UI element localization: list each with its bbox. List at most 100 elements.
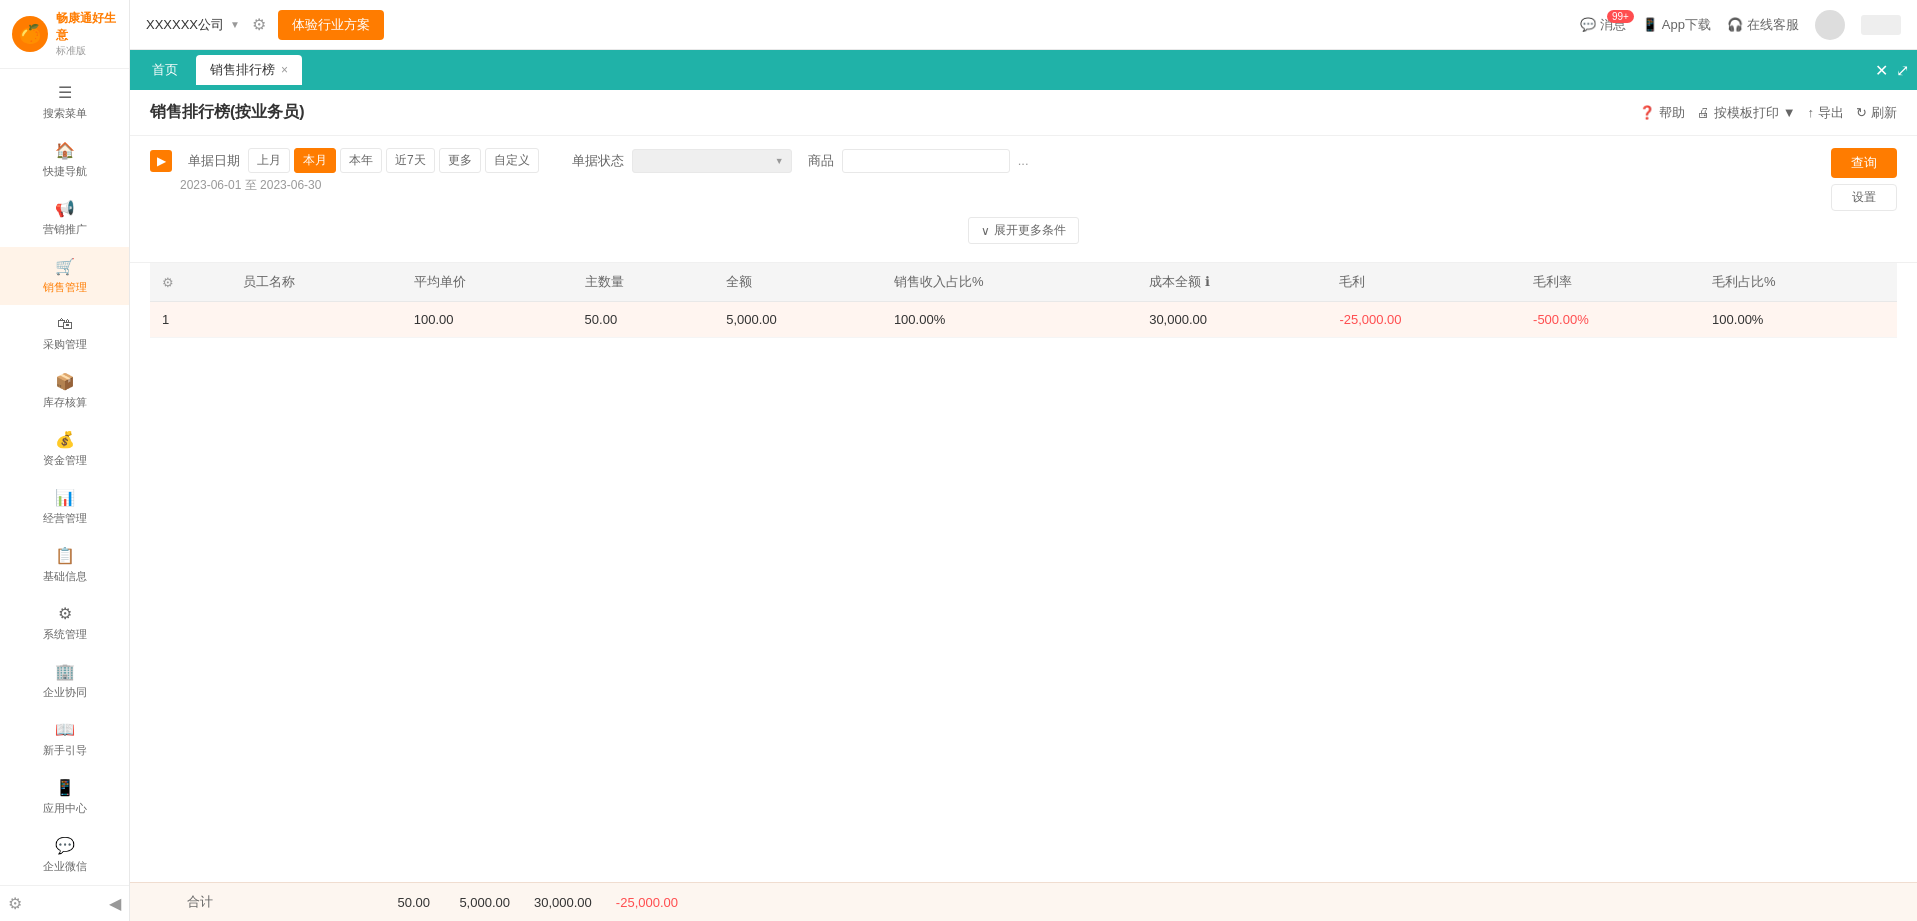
sidebar-item-marketing[interactable]: 📢 营销推广: [0, 189, 129, 247]
footer-values: 50.00 5,000.00 30,000.00 -25,000.00: [362, 895, 1885, 910]
logo-icon: 🍊: [12, 16, 48, 52]
col-cost-header: 成本全额 ℹ: [1137, 263, 1327, 302]
marketing-icon: 📢: [55, 199, 75, 218]
cell-profit-rate: -500.00%: [1521, 302, 1700, 338]
page-title: 销售排行榜(按业务员): [150, 102, 305, 123]
col-avg-price-header: 平均单价: [402, 263, 573, 302]
col-sales-pct-header: 销售收入占比%: [882, 263, 1137, 302]
trial-button[interactable]: 体验行业方案: [278, 10, 384, 40]
goods-input[interactable]: [842, 149, 1010, 173]
filter-expand-arrow[interactable]: ▶: [150, 150, 172, 172]
goods-label: 商品: [808, 152, 834, 170]
sidebar-item-purchase[interactable]: 🛍采购管理: [0, 305, 129, 362]
sidebar-settings-icon[interactable]: ⚙: [8, 894, 22, 913]
date-range-display: 2023-06-01 至 2023-06-30: [150, 177, 1029, 194]
col-profit-header: 毛利: [1327, 263, 1521, 302]
table-area: ⚙ 员工名称 平均单价 主数量 全额 销售收入占比% 成本全额 ℹ 毛利 毛利率…: [130, 263, 1917, 882]
expand-more-button[interactable]: ∨ 展开更多条件: [968, 217, 1079, 244]
user-avatar[interactable]: [1815, 10, 1845, 40]
topbar-settings-icon[interactable]: ⚙: [252, 15, 266, 34]
sidebar-item-appstore[interactable]: 📱应用中心: [0, 768, 129, 826]
col-settings-header: ⚙: [150, 263, 231, 302]
status-label: 单据状态: [572, 152, 624, 170]
sidebar-item-inventory[interactable]: 📦库存核算: [0, 362, 129, 420]
sidebar-item-quick-nav[interactable]: 🏠快捷导航: [0, 131, 129, 189]
col-settings-icon[interactable]: ⚙: [162, 275, 174, 290]
sidebar-label-basics: 基础信息: [43, 569, 87, 584]
sidebar-label-search: 搜索菜单: [43, 106, 87, 121]
filter-area: ▶ 单据日期 上月本月本年近7天更多自定义 单据状态: [130, 136, 1917, 263]
sidebar-label-operations: 经营管理: [43, 511, 87, 526]
cell-name: [231, 302, 402, 338]
status-select[interactable]: [632, 149, 792, 173]
footer-quantity: 50.00: [362, 895, 442, 910]
appstore-icon: 📱: [55, 778, 75, 797]
logo-subtitle: 标准版: [56, 44, 117, 58]
footer-profit: -25,000.00: [604, 895, 690, 910]
tab-close-icon[interactable]: ×: [281, 63, 288, 77]
page-header: 销售排行榜(按业务员) ❓ 帮助 🖨 按模板打印 ▼ ↑ 导出: [130, 90, 1917, 136]
headset-icon: 🎧: [1727, 17, 1743, 32]
window-close-icon[interactable]: ✕: [1875, 61, 1888, 80]
sidebar-nav: ☰搜索菜单🏠快捷导航 📢 营销推广 🛒销售管理🛍采购管理📦库存核算💰资金管理 📊 经营管理…: [0, 69, 129, 885]
tab-sales-ranking[interactable]: 销售排行榜 ×: [196, 55, 302, 85]
table-row: 1 100.00 50.00 5,000.00 100.00% 30,000.0…: [150, 302, 1897, 338]
operations-icon: 📊: [55, 488, 75, 507]
cell-sales-pct: 100.00%: [882, 302, 1137, 338]
sidebar-item-operations[interactable]: 📊 经营管理: [0, 478, 129, 536]
sidebar-item-sales[interactable]: 🛒销售管理: [0, 247, 129, 305]
goods-more-icon[interactable]: ...: [1018, 153, 1029, 168]
export-button[interactable]: ↑ 导出: [1808, 104, 1845, 122]
sidebar-collapse-icon[interactable]: ◀: [109, 894, 121, 913]
company-arrow-icon: ▼: [230, 19, 240, 30]
sidebar-item-search[interactable]: ☰搜索菜单: [0, 73, 129, 131]
message-icon: 💬: [1580, 17, 1596, 32]
cell-amount: 5,000.00: [714, 302, 882, 338]
sidebar-item-finance[interactable]: 💰资金管理: [0, 420, 129, 478]
help-button[interactable]: ❓ 帮助: [1639, 104, 1685, 122]
refresh-button[interactable]: ↻ 刷新: [1856, 104, 1897, 122]
date-btn-自定义[interactable]: 自定义: [485, 148, 539, 173]
sidebar-item-wechat[interactable]: 💬企业微信: [0, 826, 129, 884]
date-btn-上月[interactable]: 上月: [248, 148, 290, 173]
window-maximize-icon[interactable]: ⤢: [1896, 61, 1909, 80]
sidebar-item-system[interactable]: ⚙系统管理: [0, 594, 129, 652]
sidebar-label-wechat: 企业微信: [43, 859, 87, 874]
query-button[interactable]: 查询: [1831, 148, 1897, 178]
page-actions: ❓ 帮助 🖨 按模板打印 ▼ ↑ 导出 ↻ 刷新: [1639, 104, 1897, 122]
date-buttons: 上月本月本年近7天更多自定义: [248, 148, 539, 173]
sidebar-label-purchase: 采购管理: [43, 337, 87, 352]
sidebar-label-quick-nav: 快捷导航: [43, 164, 87, 179]
date-btn-更多[interactable]: 更多: [439, 148, 481, 173]
cell-rank: 1: [150, 302, 231, 338]
filter-right-actions: 查询 设置: [1831, 148, 1897, 211]
date-btn-本年[interactable]: 本年: [340, 148, 382, 173]
filter-settings-button[interactable]: 设置: [1831, 184, 1897, 211]
sidebar-item-basics[interactable]: 📋基础信息: [0, 536, 129, 594]
online-service-button[interactable]: 🎧 在线客服: [1727, 16, 1799, 34]
date-btn-本月[interactable]: 本月: [294, 148, 336, 173]
sidebar-label-marketing: 营销推广: [43, 222, 87, 237]
filter-expand-row: ∨ 展开更多条件: [150, 211, 1897, 250]
sidebar-item-guide[interactable]: 📖新手引导: [0, 710, 129, 768]
cell-profit-pct: 100.00%: [1700, 302, 1897, 338]
app-download-button[interactable]: 📱 App下载: [1642, 16, 1711, 34]
topbar-right: 💬 消息 99+ 📱 App下载 🎧 在线客服: [1580, 10, 1901, 40]
col-quantity-header: 主数量: [573, 263, 715, 302]
footer-label: 合计: [162, 893, 362, 911]
template-print-button[interactable]: 🖨 按模板打印 ▼: [1697, 104, 1796, 122]
company-name: XXXXXX公司: [146, 16, 224, 34]
filter-goods: 商品 ...: [808, 149, 1029, 173]
enterprise-icon: 🏢: [55, 662, 75, 681]
sidebar-label-enterprise: 企业协同: [43, 685, 87, 700]
date-btn-近7天[interactable]: 近7天: [386, 148, 435, 173]
print-icon: 🖨: [1697, 105, 1710, 120]
system-icon: ⚙: [58, 604, 72, 623]
expand-down-icon: ∨: [981, 224, 990, 238]
tab-home[interactable]: 首页: [138, 55, 192, 85]
message-button[interactable]: 💬 消息 99+: [1580, 16, 1626, 34]
company-selector[interactable]: XXXXXX公司 ▼: [146, 16, 240, 34]
sidebar-item-enterprise[interactable]: 🏢 企业协同: [0, 652, 129, 710]
sidebar: 🍊 畅康通好生意 标准版 ☰搜索菜单🏠快捷导航📢营销推广🛒销售管理🛍采购管理📦库…: [0, 0, 130, 921]
tabbar: 首页 销售排行榜 × ✕ ⤢: [130, 50, 1917, 90]
